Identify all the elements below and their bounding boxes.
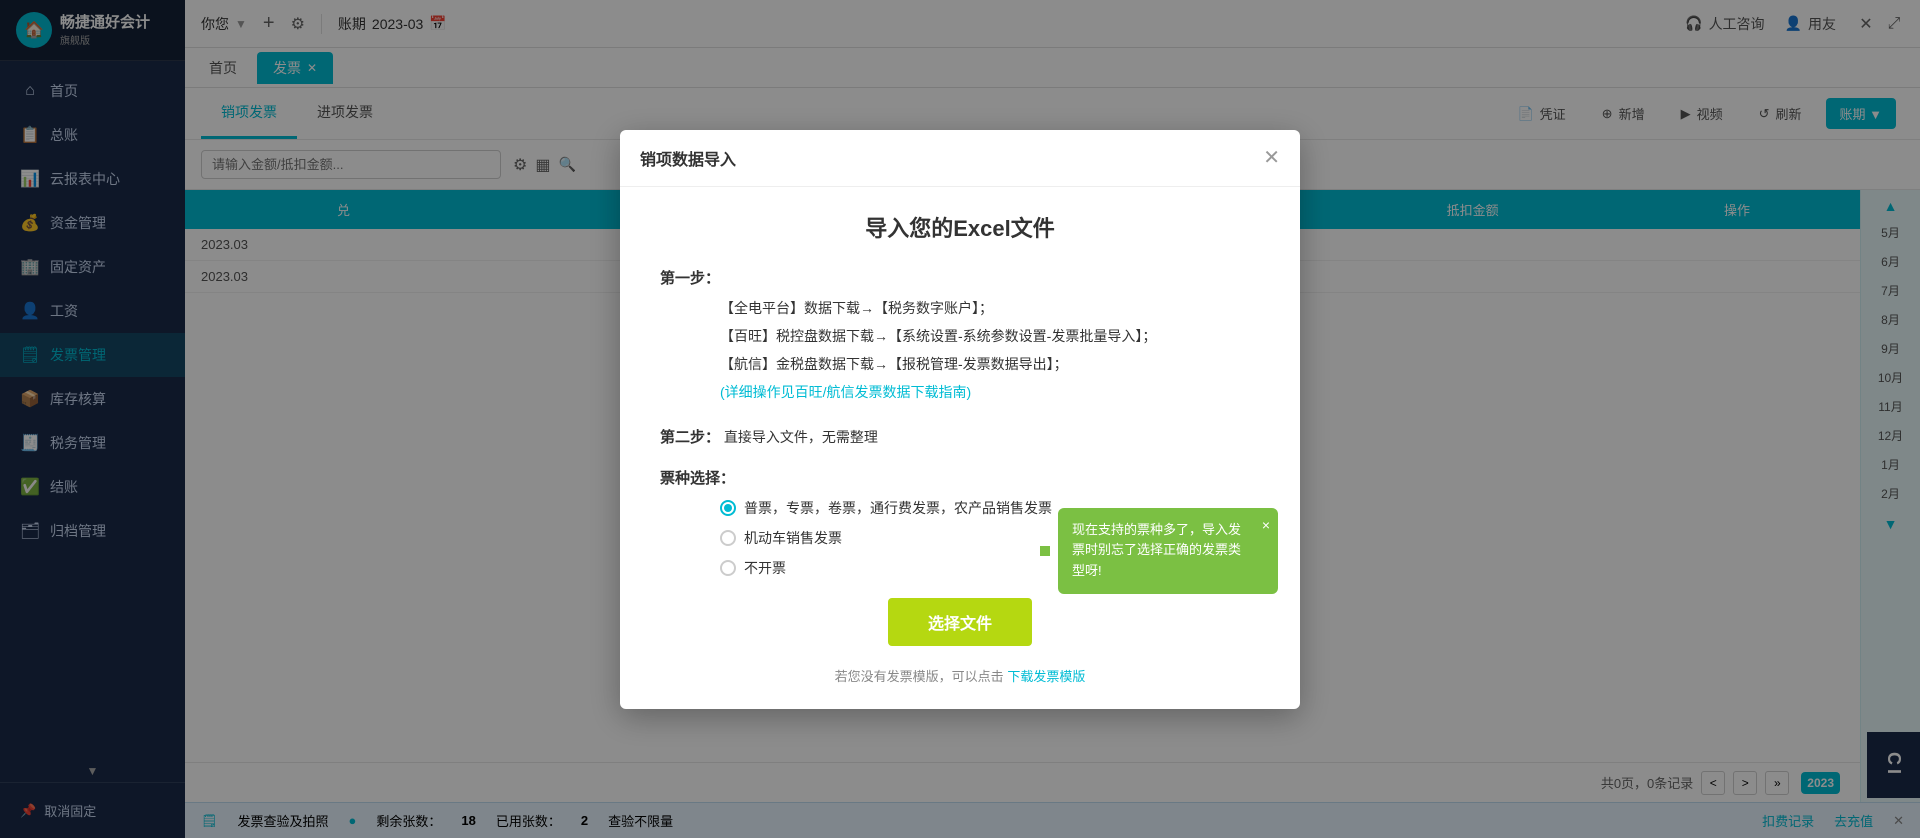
step1-guide-link[interactable]: (详细操作见百旺/航信发票数据下载指南) (720, 384, 971, 400)
step1-link: (详细操作见百旺/航信发票数据下载指南) (720, 378, 1260, 406)
dialog-body: 导入您的Excel文件 第一步： 【全电平台】数据下载→【税务数字账户】； 【百… (620, 187, 1300, 709)
radio-vehicle[interactable]: 机动车销售发票 现在支持的票种多了，导入发票时别忘了选择正确的发票类型呀! × (720, 528, 1260, 548)
step1-item-2: 【百旺】税控盘数据下载→【系统设置-系统参数设置-发票批量导入】； (720, 322, 1260, 350)
dialog-footer: 若您没有发票模版，可以点击 下载发票模版 (660, 666, 1260, 685)
ticket-label: 票种选择： (660, 470, 735, 487)
download-template-link[interactable]: 下载发票模版 (1007, 669, 1085, 684)
step1-label: 第一步： (660, 270, 720, 287)
step1-items: 【全电平台】数据下载→【税务数字账户】； 【百旺】税控盘数据下载→【系统设置-系… (660, 294, 1260, 406)
step2-label: 第二步： (660, 429, 720, 446)
ticket-selection: 票种选择： 普票，专票，卷票，通行费发票，农产品销售发票 机动车销售发票 (660, 467, 1260, 578)
dialog-header: 销项数据导入 ✕ (620, 130, 1300, 187)
step1-item-3: 【航信】金税盘数据下载→【报税管理-发票数据导出】； (720, 350, 1260, 378)
dialog-title: 销项数据导入 (640, 146, 736, 170)
footer-text: 若您没有发票模版，可以点击 (835, 669, 1004, 684)
radio-vehicle-circle (720, 530, 736, 546)
radio-no-ticket-circle (720, 560, 736, 576)
tooltip-text: 现在支持的票种多了，导入发票时别忘了选择正确的发票类型呀! (1072, 522, 1241, 579)
dialog-main-title: 导入您的Excel文件 (660, 211, 1260, 243)
radio-group: 普票，专票，卷票，通行费发票，农产品销售发票 机动车销售发票 现在支持的票种多了… (660, 498, 1260, 578)
dialog-close-button[interactable]: ✕ (1263, 148, 1280, 168)
step-1: 第一步： 【全电平台】数据下载→【税务数字账户】； 【百旺】税控盘数据下载→【系… (660, 267, 1260, 406)
select-file-label: 选择文件 (928, 616, 992, 633)
radio-vehicle-label: 机动车销售发票 (744, 528, 842, 548)
select-file-button[interactable]: 选择文件 (888, 598, 1032, 646)
tooltip-dot (1040, 546, 1050, 556)
step-2: 第二步： 直接导入文件，无需整理 (660, 426, 1260, 447)
modal-overlay[interactable]: 销项数据导入 ✕ 导入您的Excel文件 第一步： 【全电平台】数据下载→【税务… (0, 0, 1920, 838)
radio-general-circle (720, 500, 736, 516)
tooltip-bubble: 现在支持的票种多了，导入发票时别忘了选择正确的发票类型呀! × (1058, 508, 1278, 594)
tooltip-anchor: 现在支持的票种多了，导入发票时别忘了选择正确的发票类型呀! × (1040, 508, 1278, 594)
radio-no-ticket-label: 不开票 (744, 558, 786, 578)
step1-item-1: 【全电平台】数据下载→【税务数字账户】； (720, 294, 1260, 322)
radio-general-label: 普票，专票，卷票，通行费发票，农产品销售发票 (744, 498, 1052, 518)
step2-text: 直接导入文件，无需整理 (724, 429, 878, 445)
tooltip-close-button[interactable]: × (1262, 514, 1270, 536)
dialog: 销项数据导入 ✕ 导入您的Excel文件 第一步： 【全电平台】数据下载→【税务… (620, 130, 1300, 709)
